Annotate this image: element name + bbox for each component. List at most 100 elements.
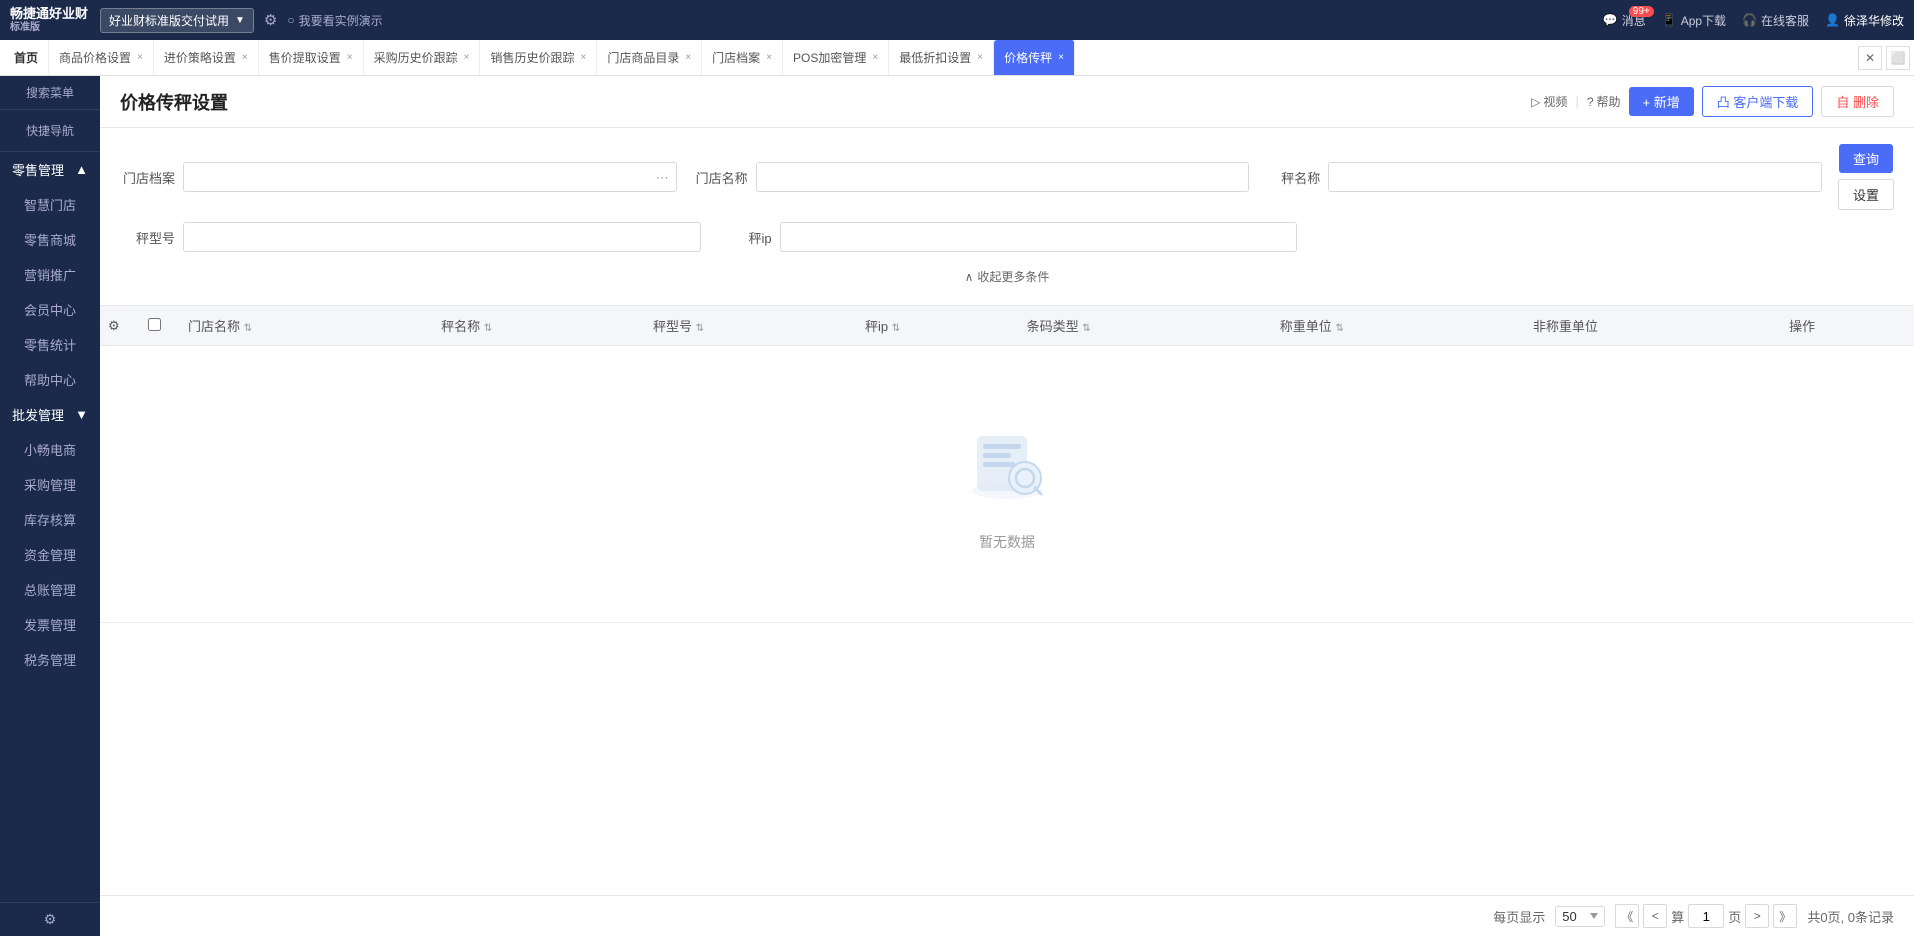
table-header-2[interactable]: 门店名称 ⇅ <box>180 306 433 346</box>
table-wrapper: ⚙门店名称 ⇅秤名称 ⇅秤型号 ⇅秤ip ⇅条码类型 ⇅称重单位 ⇅非称重单位操… <box>100 306 1914 895</box>
close-tab-button[interactable]: ✕ <box>1858 46 1882 70</box>
sidebar-quick-nav-item[interactable]: 快捷导航 <box>0 116 100 145</box>
help-link[interactable]: ? 帮助 <box>1587 93 1621 110</box>
user-profile-button[interactable]: 👤 徐泽华修改 <box>1825 12 1904 29</box>
sidebar-item-0-2[interactable]: 营销推广 <box>0 257 100 292</box>
sidebar-item-0-4[interactable]: 零售统计 <box>0 327 100 362</box>
collapse-button[interactable]: ∧ 收起更多条件 <box>965 268 1050 285</box>
delete-button[interactable]: 自 删除 <box>1821 86 1894 117</box>
tab-item-9[interactable]: 最低折扣设置× <box>889 40 994 76</box>
empty-row: 暂无数据 <box>100 346 1914 623</box>
tab-item-7[interactable]: 门店档案× <box>702 40 783 76</box>
page-header: 价格传秤设置 ▷ 视频 | ? 帮助 + 新增 凸 客户端下载 自 删除 <box>100 76 1914 128</box>
tab-close-6[interactable]: × <box>685 52 691 63</box>
sidebar-group-0[interactable]: 零售管理▲ <box>0 152 100 187</box>
table-header-3[interactable]: 秤名称 ⇅ <box>433 306 645 346</box>
version-selector[interactable]: 好业财标准版交付试用 ▼ <box>100 8 254 33</box>
store-name-input[interactable] <box>756 162 1250 192</box>
sort-icon: ⇅ <box>696 323 704 334</box>
content-area: 价格传秤设置 ▷ 视频 | ? 帮助 + 新增 凸 客户端下载 自 删除 <box>100 76 1914 936</box>
scale-ip-input[interactable] <box>780 222 1298 252</box>
chevron-down-icon: ▼ <box>235 15 245 26</box>
scale-model-field: 秤型号 <box>120 222 701 252</box>
page-number-input[interactable] <box>1688 904 1724 928</box>
tab-item-1[interactable]: 商品价格设置× <box>49 40 154 76</box>
sidebar-group-icon-1: ▼ <box>75 407 88 422</box>
tab-item-6[interactable]: 门店商品目录× <box>597 40 702 76</box>
main-layout: 搜索菜单 快捷导航 零售管理▲智慧门店零售商城营销推广会员中心零售统计帮助中心批… <box>0 76 1914 936</box>
tab-item-8[interactable]: POS加密管理× <box>783 40 889 76</box>
sidebar-search[interactable]: 搜索菜单 <box>0 76 100 110</box>
sidebar-item-0-0[interactable]: 智慧门店 <box>0 187 100 222</box>
scale-model-input[interactable] <box>183 222 701 252</box>
store-file-input[interactable] <box>183 162 677 192</box>
per-page-select[interactable]: 20 50 100 <box>1555 906 1605 927</box>
demo-link[interactable]: ○ 我要看实例演示 <box>287 12 382 29</box>
tab-close-2[interactable]: × <box>242 52 248 63</box>
table-header-4[interactable]: 秤型号 ⇅ <box>645 306 857 346</box>
tab-item-2[interactable]: 进价策略设置× <box>154 40 259 76</box>
video-icon: ▷ <box>1531 95 1540 109</box>
sidebar-settings-icon[interactable]: ⚙ <box>0 902 100 936</box>
table-settings-icon[interactable]: ⚙ <box>108 318 120 333</box>
sidebar-item-0-5[interactable]: 帮助中心 <box>0 362 100 397</box>
tab-bar: 首页商品价格设置×进价策略设置×售价提取设置×采购历史价跟踪×销售历史价跟踪×门… <box>0 40 1914 76</box>
page-label: 算 <box>1671 907 1684 926</box>
next-page-button[interactable]: > <box>1745 904 1769 928</box>
first-page-button[interactable]: 《 <box>1615 904 1639 928</box>
table-header-5[interactable]: 秤ip ⇅ <box>857 306 1019 346</box>
tab-item-10[interactable]: 价格传秤× <box>994 40 1075 76</box>
user-icon: 👤 <box>1825 13 1840 27</box>
sidebar-group-label-0: 零售管理 <box>12 160 64 179</box>
sidebar-extra-item-3[interactable]: 资金管理 <box>0 537 100 572</box>
sidebar-item-0-1[interactable]: 零售商城 <box>0 222 100 257</box>
prev-page-button[interactable]: < <box>1643 904 1667 928</box>
empty-state-cell: 暂无数据 <box>100 346 1914 623</box>
messages-button[interactable]: 💬 消息 99+ <box>1603 12 1646 29</box>
select-all-checkbox[interactable] <box>148 318 161 331</box>
table-header-1 <box>140 306 180 346</box>
settings-icon[interactable]: ⚙ <box>264 11 277 29</box>
more-icon[interactable]: ··· <box>656 170 669 185</box>
tab-close-7[interactable]: × <box>766 52 772 63</box>
settings-form-button[interactable]: 设置 <box>1838 179 1894 210</box>
sidebar-group-label-1: 批发管理 <box>12 405 64 424</box>
tab-close-3[interactable]: × <box>347 52 353 63</box>
table-header-7[interactable]: 称重单位 ⇅ <box>1272 306 1525 346</box>
tab-close-1[interactable]: × <box>137 52 143 63</box>
sidebar-group-1[interactable]: 批发管理 ▼ <box>0 397 100 432</box>
tab-item-3[interactable]: 售价提取设置× <box>259 40 364 76</box>
tab-item-5[interactable]: 销售历史价跟踪× <box>480 40 597 76</box>
add-button[interactable]: + 新增 <box>1629 87 1694 116</box>
sidebar-extra-item-1[interactable]: 采购管理 <box>0 467 100 502</box>
video-link[interactable]: ▷ 视频 <box>1531 93 1567 110</box>
total-info: 共0页, 0条记录 <box>1807 907 1894 926</box>
app-download-button[interactable]: 📱 App下载 <box>1662 12 1726 29</box>
tab-close-5[interactable]: × <box>580 52 586 63</box>
query-button[interactable]: 查询 <box>1839 144 1893 173</box>
tab-item-0[interactable]: 首页 <box>4 40 49 76</box>
search-form: 门店档案 ··· 门店名称 秤名称 查询 设置 <box>100 128 1914 306</box>
data-table: ⚙门店名称 ⇅秤名称 ⇅秤型号 ⇅秤ip ⇅条码类型 ⇅称重单位 ⇅非称重单位操… <box>100 306 1914 623</box>
tab-close-4[interactable]: × <box>464 52 470 63</box>
download-button[interactable]: 凸 客户端下载 <box>1702 86 1814 117</box>
tab-close-9[interactable]: × <box>977 52 983 63</box>
sidebar-extra-item-5[interactable]: 发票管理 <box>0 607 100 642</box>
maximize-tab-button[interactable]: ⬜ <box>1886 46 1910 70</box>
tab-close-10[interactable]: × <box>1058 52 1064 63</box>
sidebar-extra-item-0[interactable]: 小畅电商 <box>0 432 100 467</box>
scale-model-label: 秤型号 <box>120 228 175 247</box>
last-page-button[interactable]: 》 <box>1773 904 1797 928</box>
table-header-9: 操作 <box>1781 306 1914 346</box>
sidebar-extra-item-2[interactable]: 库存核算 <box>0 502 100 537</box>
tab-close-8[interactable]: × <box>872 52 878 63</box>
tab-item-4[interactable]: 采购历史价跟踪× <box>364 40 481 76</box>
sidebar-item-0-3[interactable]: 会员中心 <box>0 292 100 327</box>
sort-icon: ⇅ <box>1082 323 1090 334</box>
online-service-button[interactable]: 🎧 在线客服 <box>1742 12 1809 29</box>
sidebar-extra-item-6[interactable]: 税务管理 <box>0 642 100 677</box>
table-header-6[interactable]: 条码类型 ⇅ <box>1019 306 1272 346</box>
empty-icon <box>957 416 1057 516</box>
scale-name-input[interactable] <box>1328 162 1822 192</box>
sidebar-extra-item-4[interactable]: 总账管理 <box>0 572 100 607</box>
